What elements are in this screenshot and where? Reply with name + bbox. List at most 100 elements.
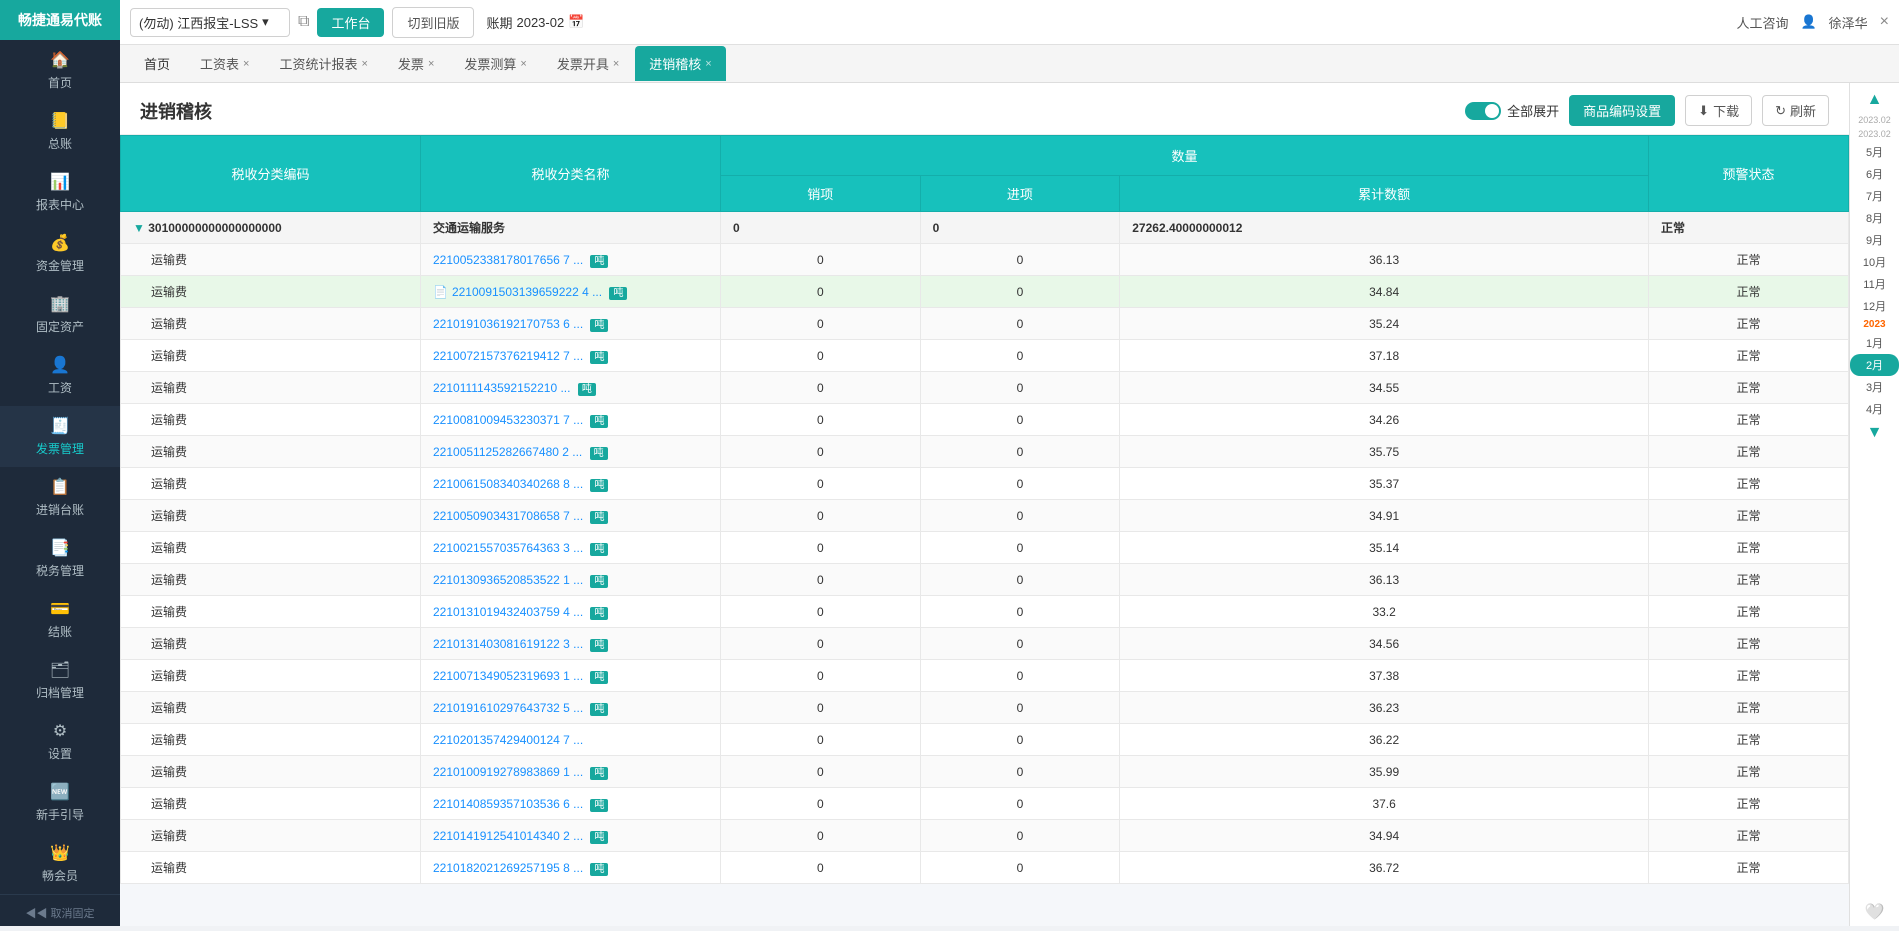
sidebar-item-label: 进销台账 bbox=[36, 501, 84, 518]
scroll-down-button[interactable]: ▼ bbox=[1863, 420, 1887, 446]
item-status: 正常 bbox=[1649, 788, 1849, 820]
sidebar-item-reports[interactable]: 📊 报表中心 bbox=[0, 162, 120, 223]
sidebar-item-member[interactable]: 👑 畅会员 bbox=[0, 833, 120, 894]
tab-close-invoice-open[interactable]: × bbox=[613, 58, 619, 70]
item-status: 正常 bbox=[1649, 820, 1849, 852]
sidebar-item-settlement[interactable]: 💳 结账 bbox=[0, 589, 120, 650]
tab-close-invoice-calc[interactable]: × bbox=[520, 58, 526, 70]
item-code: 📄2210091503139659222 4 ... 吨 bbox=[421, 276, 721, 308]
unit-tag: 吨 bbox=[590, 575, 608, 588]
item-code: 2210052338178017656 7 ... 吨 bbox=[421, 244, 721, 276]
tab-in-out-check[interactable]: 进销稽核 × bbox=[635, 46, 725, 81]
month-7[interactable]: 7月 bbox=[1850, 185, 1899, 207]
sidebar-item-label: 固定资产 bbox=[36, 318, 84, 335]
workspace-button[interactable]: 工作台 bbox=[317, 8, 384, 37]
toggle-label: 全部展开 bbox=[1507, 101, 1559, 120]
tab-payroll-stats[interactable]: 工资统计报表 × bbox=[265, 46, 381, 81]
item-sale: 0 bbox=[721, 372, 921, 404]
table-container: 税收分类编码 税收分类名称 数量 预警状态 销项 进项 累计数额 bbox=[120, 135, 1849, 926]
copy-icon[interactable]: ⧉ bbox=[298, 13, 309, 31]
item-status: 正常 bbox=[1649, 436, 1849, 468]
tab-close-invoice[interactable]: × bbox=[428, 58, 434, 70]
month-2-active[interactable]: 2月 bbox=[1850, 354, 1899, 376]
tab-close-in-out-check[interactable]: × bbox=[705, 58, 711, 70]
group-total: 27262.40000000012 bbox=[1120, 212, 1649, 244]
switch-button[interactable]: 切到旧版 bbox=[392, 7, 474, 38]
unit-tag: 吨 bbox=[590, 415, 608, 428]
unit-tag: 吨 bbox=[590, 479, 608, 492]
item-purchase: 0 bbox=[920, 788, 1120, 820]
item-code: 2210131019432403759 4 ... 吨 bbox=[421, 596, 721, 628]
item-code: 2210130936520853522 1 ... 吨 bbox=[421, 564, 721, 596]
tab-home[interactable]: 首页 bbox=[130, 46, 184, 81]
refresh-button[interactable]: ↻ 刷新 bbox=[1762, 95, 1829, 126]
page-header: 进销稽核 全部展开 商品编码设置 ⬇ 下载 ↻ 刷新 bbox=[120, 83, 1849, 135]
company-selector[interactable]: (勿动) 江西报宝-LSS ▾ bbox=[130, 8, 290, 37]
sidebar-item-finance[interactable]: 💰 资金管理 bbox=[0, 223, 120, 284]
sidebar-item-salary[interactable]: 👤 工资 bbox=[0, 345, 120, 406]
item-sale: 0 bbox=[721, 660, 921, 692]
sidebar-item-tax-mgmt[interactable]: 📑 税务管理 bbox=[0, 528, 120, 589]
month-10[interactable]: 10月 bbox=[1850, 251, 1899, 273]
item-status: 正常 bbox=[1649, 692, 1849, 724]
month-1[interactable]: 1月 bbox=[1850, 332, 1899, 354]
scroll-up-button[interactable]: ▲ bbox=[1863, 87, 1887, 113]
item-purchase: 0 bbox=[920, 468, 1120, 500]
tab-invoice-calc[interactable]: 发票测算 × bbox=[450, 46, 540, 81]
item-sale: 0 bbox=[721, 788, 921, 820]
sidebar-item-guide[interactable]: 🆕 新手引导 bbox=[0, 772, 120, 833]
toggle-switch[interactable] bbox=[1465, 102, 1501, 120]
unit-tag: 吨 bbox=[590, 543, 608, 556]
expand-toggle[interactable]: 全部展开 bbox=[1465, 101, 1559, 120]
month-12[interactable]: 12月 bbox=[1850, 295, 1899, 317]
collapse-icon[interactable]: ▼ bbox=[133, 221, 145, 235]
month-11[interactable]: 11月 bbox=[1850, 273, 1899, 295]
month-5[interactable]: 5月 bbox=[1850, 141, 1899, 163]
month-8[interactable]: 8月 bbox=[1850, 207, 1899, 229]
month-4[interactable]: 4月 bbox=[1850, 398, 1899, 420]
month-3[interactable]: 3月 bbox=[1850, 376, 1899, 398]
current-year-label: 2023 bbox=[1863, 317, 1885, 332]
item-code: 2210100919278983869 1 ... 吨 bbox=[421, 756, 721, 788]
tab-payroll[interactable]: 工资表 × bbox=[186, 46, 263, 81]
tab-invoice-open[interactable]: 发票开具 × bbox=[543, 46, 633, 81]
month-6[interactable]: 6月 bbox=[1850, 163, 1899, 185]
period-selector[interactable]: 账期 2023-02 📅 bbox=[486, 13, 584, 32]
product-settings-button[interactable]: 商品编码设置 bbox=[1569, 95, 1675, 126]
download-button[interactable]: ⬇ 下载 bbox=[1685, 95, 1752, 126]
tab-close-payroll[interactable]: × bbox=[243, 58, 249, 70]
month-9[interactable]: 9月 bbox=[1850, 229, 1899, 251]
close-button[interactable]: × bbox=[1880, 13, 1889, 31]
pin-icon: ◀◀ bbox=[25, 908, 47, 920]
item-purchase: 0 bbox=[920, 564, 1120, 596]
settings-icon: ⚙ bbox=[53, 721, 67, 741]
sidebar-unpin[interactable]: ◀◀ 取消固定 bbox=[0, 894, 120, 931]
table-row: 运输费 2210140859357103536 6 ... 吨 0 0 37.6… bbox=[121, 788, 1849, 820]
sidebar-item-sales-ledger[interactable]: 📋 进销台账 bbox=[0, 467, 120, 528]
item-purchase: 0 bbox=[920, 596, 1120, 628]
item-total: 34.91 bbox=[1120, 500, 1649, 532]
table-row: 运输费 2210081009453230371 7 ... 吨 0 0 34.2… bbox=[121, 404, 1849, 436]
sidebar-item-archive[interactable]: 🗂 归档管理 bbox=[0, 650, 120, 711]
support-label[interactable]: 人工咨询 bbox=[1736, 13, 1788, 32]
col-quantity: 数量 bbox=[721, 136, 1649, 176]
item-name: 运输费 bbox=[121, 724, 421, 756]
guide-icon: 🆕 bbox=[50, 782, 70, 802]
group-sale: 0 bbox=[721, 212, 921, 244]
tab-invoice[interactable]: 发票 × bbox=[384, 46, 448, 81]
sidebar-item-home[interactable]: 🏠 首页 bbox=[0, 40, 120, 101]
item-status: 正常 bbox=[1649, 308, 1849, 340]
tab-close-payroll-stats[interactable]: × bbox=[361, 58, 367, 70]
sidebar-item-fixed-assets[interactable]: 🏢 固定资产 bbox=[0, 284, 120, 345]
table-row: 运输费 2210130936520853522 1 ... 吨 0 0 36.1… bbox=[121, 564, 1849, 596]
sidebar-item-invoice-mgmt[interactable]: 🧾 发票管理 bbox=[0, 406, 120, 467]
main-area: (勿动) 江西报宝-LSS ▾ ⧉ 工作台 切到旧版 账期 2023-02 📅 … bbox=[120, 0, 1899, 926]
item-purchase: 0 bbox=[920, 436, 1120, 468]
app-logo: 畅捷通易代账 bbox=[0, 0, 120, 40]
sidebar-item-ledger[interactable]: 📒 总账 bbox=[0, 101, 120, 162]
sidebar-item-settings[interactable]: ⚙ 设置 bbox=[0, 711, 120, 772]
item-name: 运输费 bbox=[121, 628, 421, 660]
year-label-2023-1: 2023.02 bbox=[1858, 113, 1891, 127]
item-name: 运输费 bbox=[121, 788, 421, 820]
love-icon[interactable]: 🤍 bbox=[1865, 902, 1885, 922]
